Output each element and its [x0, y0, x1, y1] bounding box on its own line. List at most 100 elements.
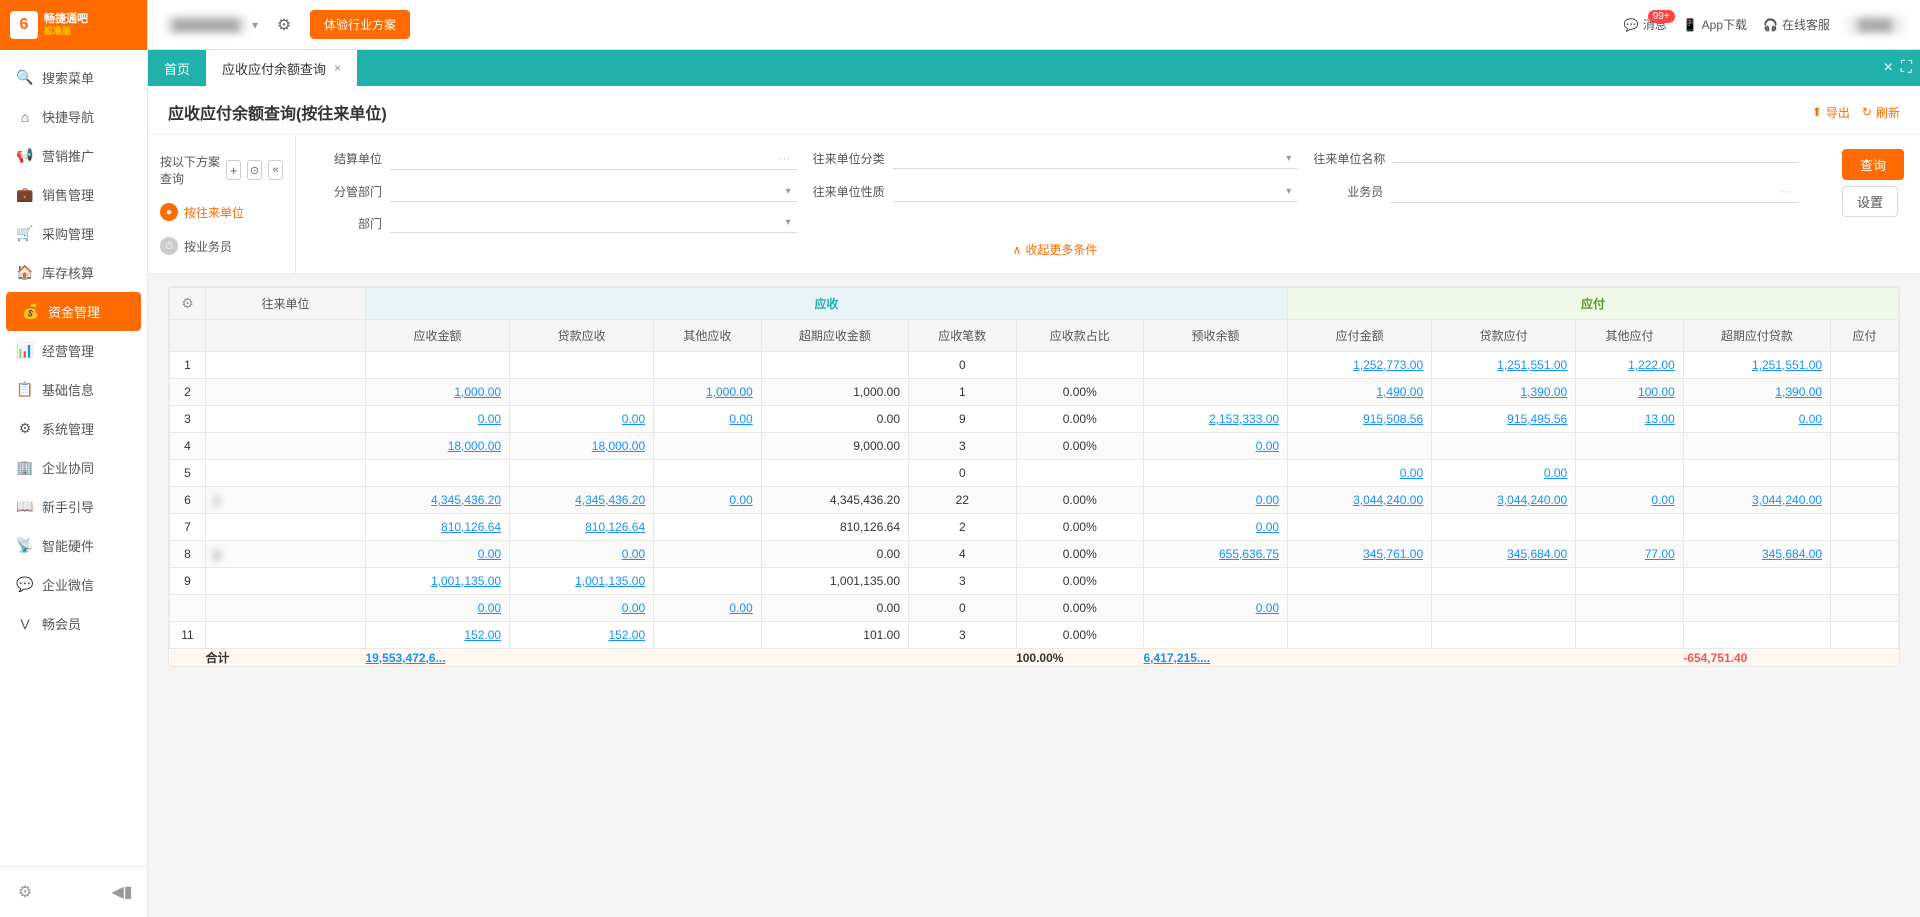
operations-icon: 📊: [16, 342, 34, 360]
tabbar-right: × ⛶: [1883, 59, 1920, 77]
app-download-button[interactable]: 📱 App下载: [1683, 16, 1747, 33]
message-button[interactable]: 💬 消息 99+: [1624, 16, 1667, 33]
sidebar-item-operations[interactable]: 📊 经营管理: [0, 331, 147, 370]
page-title: 应收应付余额查询(按往来单位): [168, 100, 387, 124]
sidebar-item-enterprise[interactable]: 🏢 企业协同: [0, 448, 147, 487]
sidebar-item-wechat[interactable]: 💬 企业微信: [0, 565, 147, 604]
solution-button[interactable]: 体验行业方案: [310, 10, 410, 39]
window-expand-button[interactable]: ⛶: [1901, 59, 1912, 77]
table-row: 500.000.00: [170, 460, 1899, 487]
edit-scheme-button[interactable]: ⊙: [247, 160, 262, 180]
col-group-row: ⚙ 往来单位 应收 应付: [170, 288, 1899, 320]
table-footer: 合计 19,553,472,6... 100.00% 6,417,215....: [170, 649, 1899, 667]
table-row: 101,252,773.001,251,551.001,222.001,251,…: [170, 352, 1899, 379]
warehouse-icon: 🏠: [16, 264, 34, 282]
window-close-button[interactable]: ×: [1883, 59, 1892, 77]
topbar-right: 💬 消息 99+ 📱 App下载 🎧 在线客服 ████: [1624, 16, 1904, 34]
ar-overdue-header: 超期应收金额: [761, 320, 908, 352]
tab-close-button[interactable]: ×: [334, 61, 341, 75]
partner-category-input[interactable]: ▾: [893, 149, 1298, 169]
collapse-button[interactable]: ∧ 收起更多条件: [312, 241, 1798, 258]
sidebar-item-basic[interactable]: 📋 基础信息: [0, 370, 147, 409]
query-button[interactable]: 查询: [1842, 149, 1904, 180]
partner-category-field: 往来单位分类 ▾: [813, 147, 1298, 170]
sidebar-item-sales[interactable]: 💼 销售管理: [0, 175, 147, 214]
page-header: 应收应付余额查询(按往来单位) ⬆ 导出 ↻ 刷新: [148, 86, 1920, 135]
sidebar-item-guide[interactable]: 📖 新手引导: [0, 487, 147, 526]
export-button[interactable]: ⬆ 导出: [1812, 104, 1850, 121]
dept-manager-field: 分管部门 ▾: [312, 180, 797, 203]
sidebar-item-nav[interactable]: ⌂ 快捷导航: [0, 97, 147, 136]
query-mode-salesman-icon: ⏱: [160, 237, 178, 255]
table-row: 21,000.001,000.001,000.0010.00%1,490.001…: [170, 379, 1899, 406]
ap-loan-header: 贷款应付: [1432, 320, 1576, 352]
table-settings-icon[interactable]: ⚙: [181, 295, 194, 311]
refresh-button[interactable]: ↻ 刷新: [1862, 104, 1900, 121]
table-row: 0.000.000.000.0000.00%0.00: [170, 595, 1899, 622]
refresh-icon: ↻: [1862, 105, 1872, 119]
tab-home[interactable]: 首页: [148, 50, 206, 86]
department-input[interactable]: ▾: [390, 213, 797, 233]
search-icon: 🔍: [16, 69, 34, 87]
query-mode-partner-icon: ●: [160, 203, 178, 221]
sidebar-item-marketing[interactable]: 📢 营销推广: [0, 136, 147, 175]
sidebar-item-system[interactable]: ⚙ 系统管理: [0, 409, 147, 448]
partner-nature-field: 往来单位性质 ▾: [813, 180, 1298, 203]
ar-ratio-header: 应收款占比: [1016, 320, 1143, 352]
sidebar-item-warehouse[interactable]: 🏠 库存核算: [0, 253, 147, 292]
filter-label: 按以下方案查询: [160, 153, 220, 187]
partner-name-field: 往来单位名称: [1313, 147, 1798, 170]
filter-fields: 结算单位 ··· 往来单位分类 ▾: [296, 135, 1814, 273]
add-scheme-button[interactable]: +: [226, 160, 241, 180]
ar-prepay-header: 预收余额: [1143, 320, 1287, 352]
sidebar-nav: 🔍 搜索菜单 ⌂ 快捷导航 📢 营销推广 💼 销售管理 🛒 采购管理 🏠: [0, 50, 147, 866]
total-label: 合计: [206, 649, 366, 667]
partner-name-input[interactable]: [1393, 154, 1798, 163]
page-content: 应收应付余额查询(按往来单位) ⬆ 导出 ↻ 刷新: [148, 86, 1920, 917]
query-mode-by-partner[interactable]: ● 按往来单位: [148, 195, 295, 229]
ap-extra-header: 应付: [1831, 320, 1899, 352]
settlement-unit-input[interactable]: ···: [390, 147, 797, 170]
finance-icon: 💰: [22, 303, 40, 321]
topbar-gear-button[interactable]: ⚙: [270, 11, 298, 39]
ar-group-header: 应收: [366, 288, 1288, 320]
sidebar-item-search[interactable]: 🔍 搜索菜单: [0, 58, 147, 97]
table-row: 30.000.000.000.0090.00%2,153,333.00915,5…: [170, 406, 1899, 433]
total-ar-ratio: 100.00%: [1016, 649, 1143, 667]
purchase-icon: 🛒: [16, 225, 34, 243]
salesman-input[interactable]: ···: [1391, 180, 1798, 203]
total-ar-prepay[interactable]: 6,417,215....: [1143, 649, 1287, 667]
enterprise-icon: 🏢: [16, 459, 34, 477]
headset-icon: 🎧: [1763, 18, 1778, 32]
ap-overdue-header: 超期应付贷款: [1683, 320, 1830, 352]
topbar-chevron-icon: ▾: [252, 18, 258, 32]
message-icon: 💬: [1624, 18, 1639, 32]
sidebar-settings-button[interactable]: ⚙: [10, 877, 40, 907]
sidebar-item-purchase[interactable]: 🛒 采购管理: [0, 214, 147, 253]
user-avatar[interactable]: ████: [1846, 16, 1904, 34]
left-query-panel: 按以下方案查询 + ⊙ « ● 按往来单位 ⏱ 按业务员: [148, 135, 296, 273]
wechat-icon: 💬: [16, 576, 34, 594]
query-mode-by-salesman[interactable]: ⏱ 按业务员: [148, 229, 295, 263]
tab-active[interactable]: 应收应付余额查询 ×: [206, 50, 357, 86]
tabbar: 首页 应收应付余额查询 × × ⛶: [148, 50, 1920, 86]
sidebar-collapse-button[interactable]: ◀▮: [107, 877, 137, 907]
ar-amount-header: 应收金额: [366, 320, 510, 352]
department-field: 部门 ▾: [312, 213, 797, 233]
total-ar-amount[interactable]: 19,553,472,6...: [366, 649, 510, 667]
customer-service-button[interactable]: 🎧 在线客服: [1763, 16, 1830, 33]
ap-other-header: 其他应付: [1576, 320, 1684, 352]
app-icon: 📱: [1683, 18, 1698, 32]
system-icon: ⚙: [16, 420, 34, 438]
sidebar-item-finance[interactable]: 💰 资金管理: [6, 292, 141, 331]
sidebar-item-hardware[interactable]: 📡 智能硬件: [0, 526, 147, 565]
filter-row-3: 部门 ▾: [312, 213, 1798, 233]
table-row: 8p0.000.000.0040.00%655,636.75345,761.00…: [170, 541, 1899, 568]
guide-icon: 📖: [16, 498, 34, 516]
settings-button[interactable]: 设置: [1842, 186, 1898, 217]
dept-manager-input[interactable]: ▾: [390, 182, 797, 202]
filter-actions: 查询 设置: [1826, 135, 1920, 273]
sidebar-item-member[interactable]: V 畅会员: [0, 604, 147, 643]
prev-scheme-button[interactable]: «: [268, 160, 283, 180]
partner-nature-input[interactable]: ▾: [893, 182, 1298, 202]
